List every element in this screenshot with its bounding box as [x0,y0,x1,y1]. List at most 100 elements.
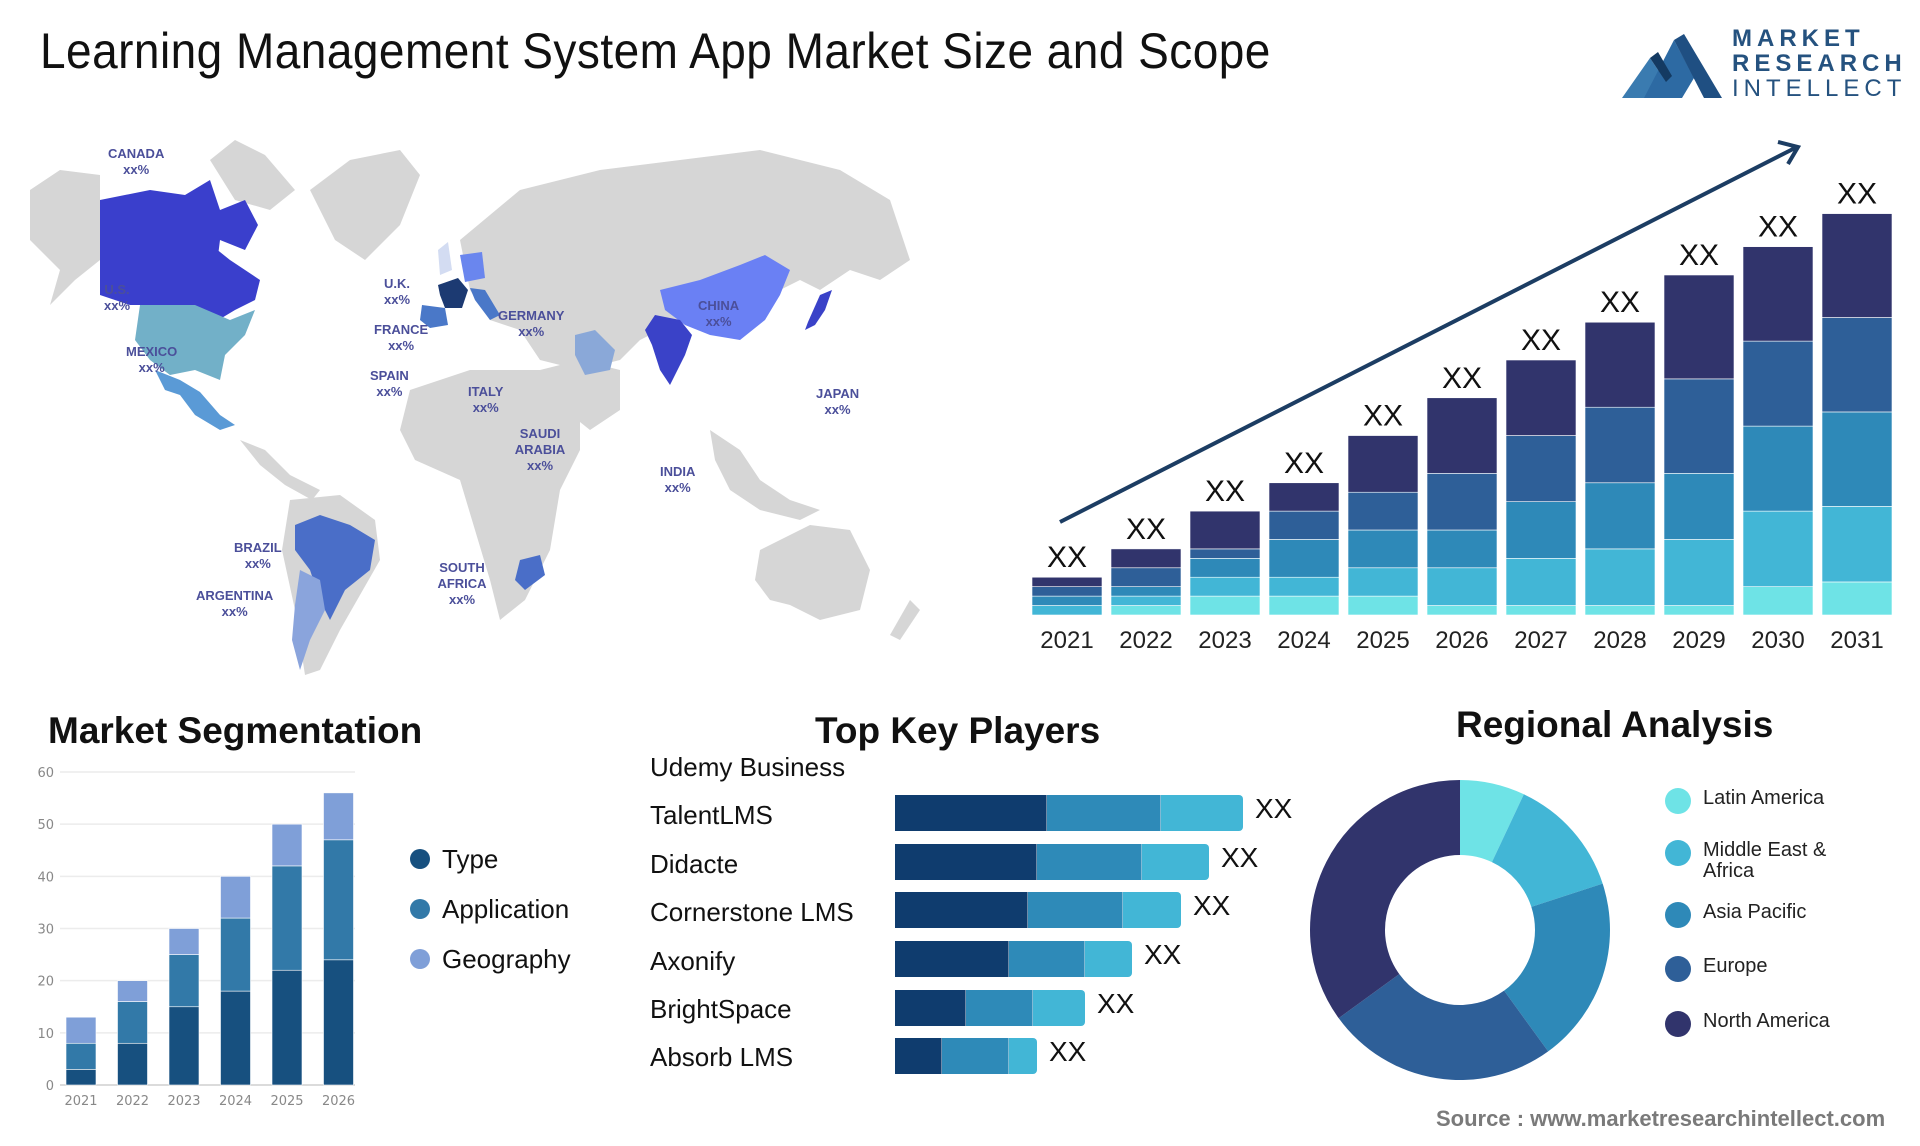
regional-title: Regional Analysis [1456,704,1774,745]
bar-segment-2023-type [168,1006,200,1086]
y-tick-label: 10 [37,1027,54,1042]
bar-segment-2022-layer-1 [1110,605,1182,616]
segmentation-chart-svg: 0 10 20 30 40 50 60 2021 2022 2023 2024 2025 2026 [37,766,355,1109]
player-bar-segment-3 [1142,844,1209,880]
bar-segment-2022-layer-4 [1110,567,1182,587]
legend-dot-icon [1665,788,1691,814]
bar-segment-2023-application [168,954,200,1008]
bar-segment-2028-layer-5 [1584,321,1656,408]
player-name-absorb-lms: Absorb LMS [650,1042,794,1072]
player-bar-segment-3 [1009,1038,1037,1074]
map-label-japan: JAPAN xx% [816,386,860,417]
bar-segment-2030-layer-4 [1742,340,1814,427]
bar-value-label: XX [1126,513,1166,546]
bar-segment-2030-layer-2 [1742,510,1814,587]
country-france [438,278,468,308]
bar-segment-2025-application [271,865,303,971]
legend-dot-icon [410,849,430,869]
x-tick-label: 2023 [167,1094,200,1109]
player-name-cornerstone-lms: Cornerstone LMS [650,897,854,927]
x-tick-label: 2031 [1830,627,1883,654]
logo-line-intellect: INTELLECT [1732,75,1907,102]
landmass-arctic-islands [210,140,295,210]
bar-segment-2027-layer-4 [1505,435,1577,502]
player-value-label: XX [1144,939,1182,970]
country-germany [460,252,485,282]
bar-value-label: XX [1047,541,1087,574]
player-value-label: XX [1049,1036,1087,1067]
regional-donut-svg [1310,780,1610,1080]
bar-segment-2021-application [65,1042,97,1070]
bar-value-label: XX [1284,447,1324,480]
legend-item-application: Application [410,884,571,934]
bar-segment-2025-type [271,969,303,1086]
map-label-china: CHINA xx% [698,298,740,329]
bar-segment-2024-layer-2 [1268,576,1340,597]
legend-label: North America [1703,1010,1830,1032]
map-label-south-africa: SOUTH AFRICA xx% [437,560,487,607]
player-bar-segment-1 [895,844,1037,880]
player-bar-segment-1 [895,1038,942,1074]
logo-line-research: RESEARCH [1732,50,1907,77]
x-tick-label: 2029 [1672,627,1725,654]
player-value-label: XX [1193,890,1231,921]
map-label-argentina: ARGENTINA xx% [196,588,274,619]
player-name-didacte: Didacte [650,849,739,879]
legend-item-latin-america: Latin America [1665,788,1883,840]
map-label-spain: SPAIN xx% [370,368,409,399]
player-name-axonify: Axonify [650,946,736,976]
player-bar-segment-2 [942,1038,1009,1074]
legend-item-europe: Europe [1665,956,1883,1011]
player-bar-segment-1 [895,795,1047,831]
logo-line-market: MARKET [1732,25,1865,52]
bar-segment-2021-layer-5 [1031,576,1103,587]
y-tick-label: 30 [37,923,54,938]
country-india [645,315,692,385]
segmentation-title: Market Segmentation [48,710,423,751]
bar-segment-2027-layer-2 [1505,558,1577,606]
bar-segment-2025-layer-2 [1347,567,1419,597]
legend-label: Type [442,843,499,874]
segmentation-chart: 0 10 20 30 40 50 60 2021 2022 2023 2024 2025 2026 [20,760,360,1120]
world-map: CANADA xx% U.S. xx% MEXICO xx% U.K. xx% FRAN… [20,130,940,680]
bar-segment-2022-layer-3 [1110,586,1182,597]
player-bar-segment-1 [895,941,1009,977]
x-tick-label: 2026 [322,1094,355,1109]
landmass-australia [755,525,870,620]
legend-item-type: Type [410,834,571,884]
player-bar-segment-2 [1037,844,1142,880]
bar-segment-2024-layer-3 [1268,539,1340,578]
bar-segment-2031-layer-4 [1821,317,1893,413]
bar-value-label: XX [1363,400,1403,433]
legend-label: Europe [1703,955,1768,977]
x-tick-label: 2022 [116,1094,149,1109]
source-footer: Source : www.marketresearchintellect.com [1436,1106,1886,1131]
map-label-mexico: MEXICO xx% [126,344,178,375]
legend-label: Geography [442,943,571,974]
player-bar-segment-2 [966,990,1033,1026]
bar-segment-2024-layer-4 [1268,510,1340,540]
bar-segment-2025-layer-5 [1347,435,1419,493]
x-tick-label: 2024 [1277,627,1330,654]
legend-item-north-america: North America [1665,1011,1883,1051]
player-bar-brightspace [895,990,1085,1026]
x-tick-label: 2021 [64,1094,97,1109]
player-name-talentlms: TalentLMS [650,800,773,830]
bar-segment-2022-type [117,1042,148,1086]
player-bar-segment-3 [1123,892,1181,928]
bar-segment-2026-layer-3 [1426,529,1498,569]
legend-dot-icon [1665,956,1691,982]
legend-item-geography: Geography [410,934,571,984]
x-tick-label: 2030 [1751,627,1804,654]
legend-item-middle-east-africa: Middle East & Africa [1665,840,1883,902]
landmass-new-zealand [890,600,920,640]
player-name-brightspace: BrightSpace [650,994,792,1024]
player-bar-segment-3 [1161,795,1243,831]
bar-segment-2021-type [65,1069,97,1086]
player-bar-segment-2 [1047,795,1161,831]
landmass-central-america [240,440,320,500]
bar-segment-2024-geography [220,876,251,919]
bar-value-label: XX [1679,239,1719,272]
legend-dot-icon [1665,902,1691,928]
bar-segment-2023-layer-3 [1189,558,1261,578]
